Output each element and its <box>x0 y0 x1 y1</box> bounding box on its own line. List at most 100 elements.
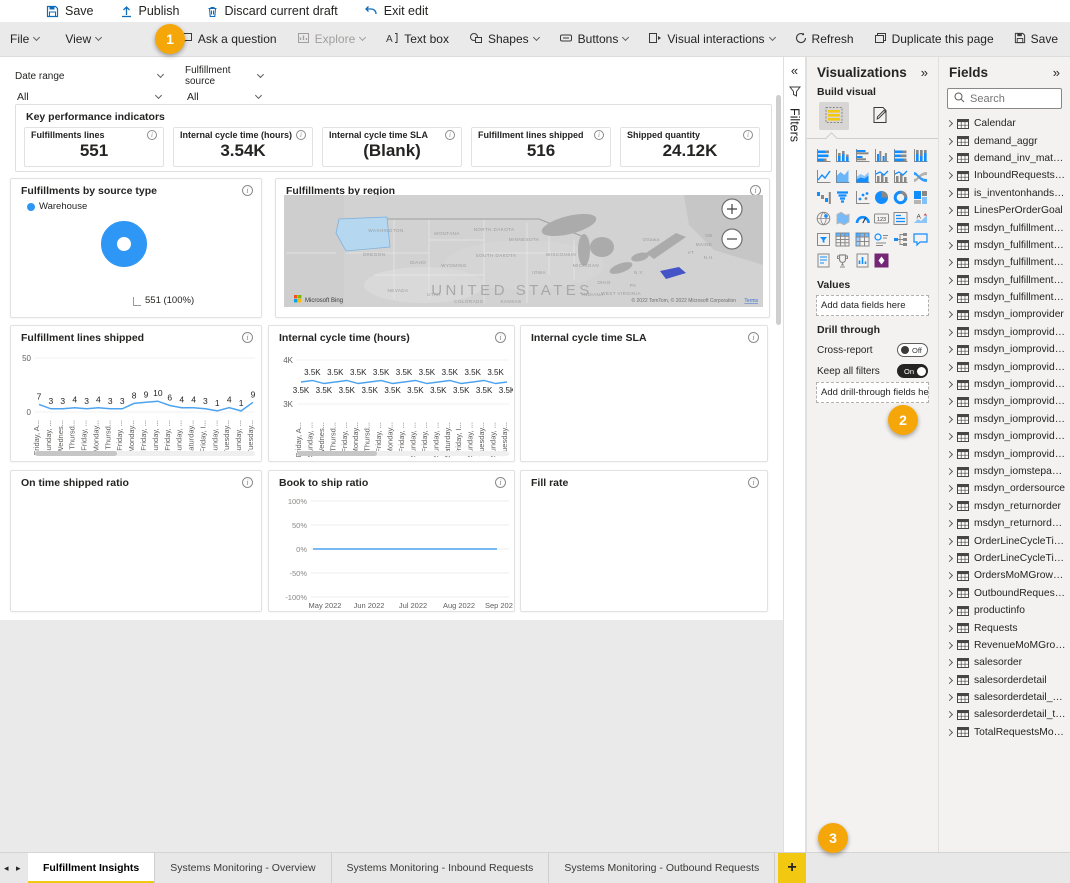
shapes-menu[interactable]: Shapes <box>469 32 539 47</box>
field-table-row[interactable]: msdyn_iomproviderdefi... <box>939 376 1070 393</box>
collapse-pane-icon[interactable]: « <box>791 63 798 78</box>
keep-all-filters-toggle[interactable]: On <box>897 364 928 378</box>
info-icon[interactable]: i <box>242 332 253 343</box>
refresh-button[interactable]: Refresh <box>795 32 854 47</box>
ask-a-question-button[interactable]: Ask a question <box>180 32 277 47</box>
discard-draft-button[interactable]: Discard current draft <box>206 4 338 18</box>
tabs-scroll-right-arrow[interactable]: ▸ <box>16 853 21 883</box>
canvas-scrollbar[interactable] <box>776 95 781 325</box>
field-table-row[interactable]: is_inventonhandsum <box>939 185 1070 202</box>
clustered-bar-chart-icon[interactable] <box>854 147 871 164</box>
filled-map-icon[interactable] <box>834 210 851 227</box>
card-icon[interactable]: 123 <box>873 210 890 227</box>
map-state-washington[interactable] <box>336 217 390 251</box>
hundred-percent-stacked-bar-chart-icon[interactable] <box>892 147 909 164</box>
info-icon[interactable]: i <box>748 477 759 488</box>
cross-report-toggle[interactable]: Off <box>897 343 928 357</box>
map-terms-link[interactable]: Terms <box>744 298 758 304</box>
kpi-card[interactable]: Fulfillment lines shippedi516 <box>471 127 611 167</box>
field-table-row[interactable]: msdyn_iomprovideracti... <box>939 341 1070 358</box>
build-visual-tab[interactable] <box>819 102 849 130</box>
field-table-row[interactable]: msdyn_fulfillmentretur... <box>939 254 1070 271</box>
ribbon-chart-icon[interactable] <box>912 168 929 185</box>
donut-chart-icon[interactable] <box>892 189 909 206</box>
buttons-menu[interactable]: Buttons <box>559 32 629 47</box>
internal-cycle-time-visual[interactable]: Internal cycle time (hours) i 4K3K3.5K3.… <box>268 325 515 462</box>
field-table-row[interactable]: msdyn_iomproviderme... <box>939 393 1070 410</box>
save-button[interactable]: Save <box>1014 32 1058 47</box>
chart-h-scrollbar[interactable] <box>297 451 377 456</box>
smart-narrative-icon[interactable] <box>815 252 832 269</box>
fulfillments-by-source-type-visual[interactable]: Fulfillments by source type i Warehouse … <box>10 178 262 318</box>
filters-pane-label[interactable]: Filters <box>788 108 802 142</box>
field-table-row[interactable]: msdyn_fulfillmentorder <box>939 219 1070 236</box>
field-table-row[interactable]: msdyn_iomproviderme... <box>939 411 1070 428</box>
kpi-card[interactable]: Internal cycle time (hours)i3.54K <box>173 127 313 167</box>
fulfillment-source-slicer[interactable]: Fulfillment source All <box>185 69 263 107</box>
field-table-row[interactable]: msdyn_fulfillmentorder... <box>939 237 1070 254</box>
field-table-row[interactable]: msdyn_fulfillmentretur... <box>939 272 1070 289</box>
field-table-row[interactable]: msdyn_iomprovideracti... <box>939 358 1070 375</box>
add-data-fields-dropzone[interactable]: Add data fields here <box>816 295 929 316</box>
explore-menu[interactable]: Explore <box>297 32 366 47</box>
expand-pane-icon[interactable]: » <box>1053 65 1060 80</box>
field-table-row[interactable]: msdyn_returnorder <box>939 498 1070 515</box>
book-to-ship-ratio-chart[interactable]: 100%50%0%-50%-100%May 2022Jun 2022Jul 20… <box>273 491 510 609</box>
power-apps-icon[interactable] <box>873 252 890 269</box>
field-table-row[interactable]: demand_aggr <box>939 132 1070 149</box>
field-table-row[interactable]: OrderLineCycleTimeSLA <box>939 550 1070 567</box>
internal-cycle-time-chart[interactable]: 4K3K3.5K3.5K3.5K3.5K3.5K3.5K3.5K3.5K3.5K… <box>273 346 510 459</box>
view-menu[interactable]: View <box>65 32 101 46</box>
map-zoom-out-button[interactable] <box>722 229 742 249</box>
field-table-row[interactable]: msdyn_iomprovideracti... <box>939 324 1070 341</box>
duplicate-page-button[interactable]: Duplicate this page <box>874 32 994 47</box>
fulfillment-lines-shipped-visual[interactable]: Fulfillment lines shipped i 500733434338… <box>10 325 262 462</box>
info-icon[interactable]: i <box>748 332 759 343</box>
scatter-chart-icon[interactable] <box>854 189 871 206</box>
field-table-row[interactable]: Calendar <box>939 115 1070 132</box>
qa-visual-icon[interactable] <box>912 231 929 248</box>
new-page-button[interactable]: + <box>778 853 806 883</box>
paginated-report-icon[interactable] <box>854 252 871 269</box>
field-table-row[interactable]: RevenueMoMGrowthR... <box>939 637 1070 654</box>
date-range-slicer[interactable]: Date range All <box>15 69 163 107</box>
field-table-row[interactable]: TotalRequestsMoMGro... <box>939 724 1070 741</box>
field-table-row[interactable]: msdyn_returnorderdetail <box>939 515 1070 532</box>
fill-rate-visual[interactable]: Fill rate i <box>520 470 768 612</box>
metrics-icon[interactable] <box>834 252 851 269</box>
page-tab[interactable]: Systems Monitoring - Outbound Requests <box>549 853 775 883</box>
info-icon[interactable]: i <box>445 130 455 140</box>
save-draft-button[interactable]: Save <box>46 4 94 18</box>
info-icon[interactable]: i <box>147 130 157 140</box>
funnel-icon[interactable] <box>789 86 801 100</box>
pie-chart-icon[interactable] <box>873 189 890 206</box>
search-input[interactable] <box>970 93 1055 105</box>
clustered-column-chart-icon[interactable] <box>873 147 890 164</box>
map-icon[interactable] <box>815 210 832 227</box>
slicer-icon[interactable] <box>815 231 832 248</box>
tabs-scroll-left-arrow[interactable]: ◂ <box>4 853 9 883</box>
line-and-clustered-column-chart-icon[interactable] <box>892 168 909 185</box>
kpi-icon[interactable]: A <box>912 210 929 227</box>
donut-ring[interactable] <box>101 221 147 267</box>
waterfall-chart-icon[interactable] <box>815 189 832 206</box>
file-menu[interactable]: File <box>10 32 39 46</box>
field-table-row[interactable]: Requests <box>939 619 1070 636</box>
key-influencers-icon[interactable] <box>873 231 890 248</box>
on-time-shipped-ratio-visual[interactable]: On time shipped ratio i <box>10 470 262 612</box>
book-to-ship-ratio-visual[interactable]: Book to ship ratio i 100%50%0%-50%-100%M… <box>268 470 515 612</box>
line-and-stacked-column-chart-icon[interactable] <box>873 168 890 185</box>
field-table-row[interactable]: demand_inv_matching <box>939 150 1070 167</box>
field-table-row[interactable]: msdyn_iomprovider <box>939 306 1070 323</box>
info-icon[interactable]: i <box>242 477 253 488</box>
page-tab[interactable]: Fulfillment Insights <box>28 853 155 883</box>
fulfillments-by-region-visual[interactable]: Fulfillments by region i WASHINGTONMONTA… <box>275 178 770 318</box>
gauge-icon[interactable] <box>854 210 871 227</box>
format-visual-tab[interactable] <box>865 102 895 130</box>
matrix-icon[interactable] <box>854 231 871 248</box>
field-table-row[interactable]: OrdersMoMGrowthRat... <box>939 567 1070 584</box>
treemap-icon[interactable] <box>912 189 929 206</box>
field-table-row[interactable]: salesorderdetail_newor... <box>939 689 1070 706</box>
info-icon[interactable]: i <box>495 332 506 343</box>
kpi-card[interactable]: Internal cycle time SLAi(Blank) <box>322 127 462 167</box>
